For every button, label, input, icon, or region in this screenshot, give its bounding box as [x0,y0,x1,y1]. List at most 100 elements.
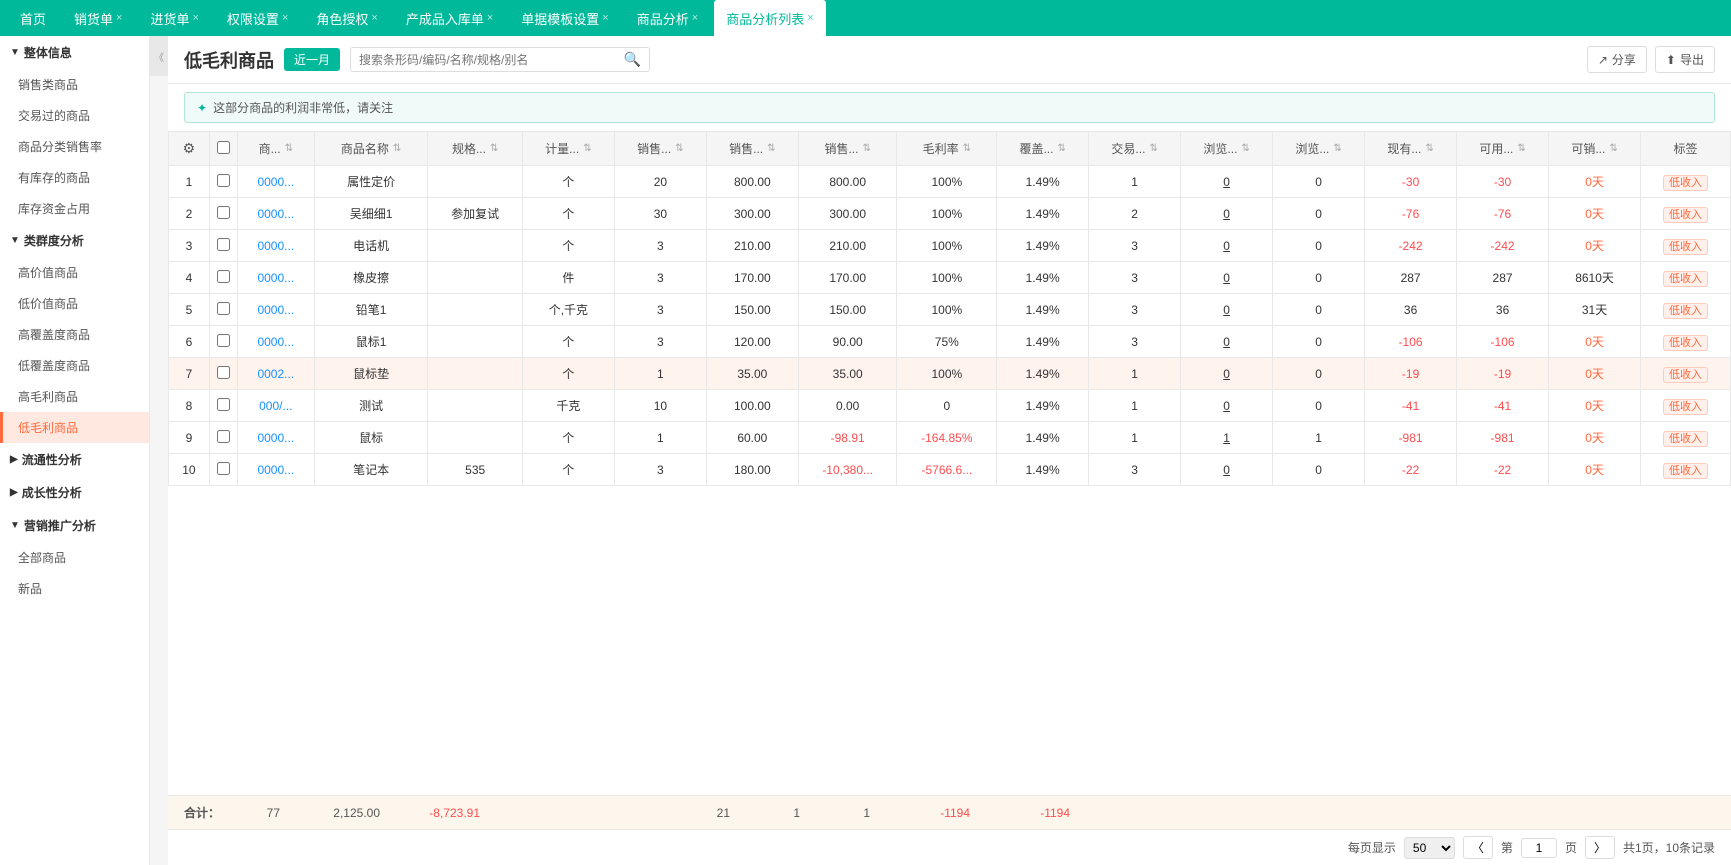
row-checkbox[interactable] [217,430,230,443]
col-check [209,132,237,166]
table-header-row: ⚙ 商...⇅ 商品名称⇅ 规格...⇅ 计量...⇅ 销售...⇅ 销售...… [169,132,1731,166]
row-sales-price: 300.00 [706,198,798,230]
sidebar-item-category-rate[interactable]: 商品分类销售率 [0,131,149,162]
row-sellable: 0天 [1549,326,1641,358]
time-filter-button[interactable]: 近一月 [284,48,340,71]
export-icon: ⬆ [1666,53,1676,67]
row-no: 2 [169,198,210,230]
nav-close-permissions[interactable]: × [282,12,288,24]
sidebar-group-marketing[interactable]: ▼ 营销推广分析 [0,509,149,542]
nav-close-product-entry[interactable]: × [487,12,493,24]
nav-close-product-analysis-list[interactable]: × [807,12,813,24]
nav-item-home[interactable]: 首页 [8,0,58,36]
footer-sales-price: 2,125.00 [300,806,380,820]
select-all-checkbox[interactable] [217,141,230,154]
search-icon[interactable]: 🔍 [624,51,641,68]
nav-close-product-analysis[interactable]: × [692,12,698,24]
gear-icon[interactable]: ⚙ [183,140,196,156]
sidebar-item-low-margin[interactable]: 低毛利商品 [0,412,149,443]
nav-item-product-analysis-list[interactable]: 商品分析列表 × [714,0,825,36]
row-browse1[interactable]: 0 [1181,294,1273,326]
sidebar-item-sales-products[interactable]: 销售类商品 [0,69,149,100]
col-tag[interactable]: 标签 [1641,132,1731,166]
sidebar-item-low-value[interactable]: 低价值商品 [0,288,149,319]
nav-item-product-analysis[interactable]: 商品分析 × [625,0,710,36]
row-checkbox[interactable] [217,334,230,347]
col-code[interactable]: 商...⇅ [237,132,314,166]
col-browse2[interactable]: 浏览...⇅ [1273,132,1365,166]
nav-close-purchase[interactable]: × [192,12,198,24]
nav-item-roles[interactable]: 角色授权 × [304,0,389,36]
nav-close-roles[interactable]: × [371,12,377,24]
row-checkbox[interactable] [217,366,230,379]
col-trade[interactable]: 交易...⇅ [1089,132,1181,166]
sidebar-item-stock-products[interactable]: 有库存的商品 [0,162,149,193]
share-button[interactable]: ↗ 分享 [1587,46,1647,73]
row-sales-price: 60.00 [706,422,798,454]
page-size-select[interactable]: 50 100 200 [1404,837,1455,859]
row-sales-price: 180.00 [706,454,798,486]
row-checkbox[interactable] [217,206,230,219]
sidebar-item-all-products[interactable]: 全部商品 [0,542,149,573]
col-available[interactable]: 可用...⇅ [1457,132,1549,166]
page-number-input[interactable] [1521,838,1557,858]
sidebar-item-traded-products[interactable]: 交易过的商品 [0,100,149,131]
export-button[interactable]: ⬆ 导出 [1655,46,1715,73]
sidebar-group-flow[interactable]: ▶ 流通性分析 [0,443,149,476]
row-checkbox[interactable] [217,238,230,251]
sidebar-item-new-products[interactable]: 新品 [0,573,149,604]
nav-close-template[interactable]: × [602,12,608,24]
footer-browse2: 1 [820,806,870,820]
col-sales-price[interactable]: 销售...⇅ [706,132,798,166]
sidebar-item-high-coverage[interactable]: 高覆盖度商品 [0,319,149,350]
row-browse1[interactable]: 1 [1181,422,1273,454]
row-browse1[interactable]: 0 [1181,326,1273,358]
col-unit[interactable]: 计量...⇅ [522,132,614,166]
sidebar-group-cluster[interactable]: ▼ 类群度分析 [0,224,149,257]
sidebar-item-stock-capital[interactable]: 库存资金占用 [0,193,149,224]
col-name[interactable]: 商品名称⇅ [314,132,428,166]
col-gear[interactable]: ⚙ [169,132,210,166]
sidebar-item-high-margin[interactable]: 高毛利商品 [0,381,149,412]
nav-item-product-entry[interactable]: 产成品入库单 × [394,0,505,36]
nav-close-sales[interactable]: × [116,12,122,24]
sidebar-collapse-button[interactable]: 《 [150,36,168,76]
row-browse1[interactable]: 0 [1181,358,1273,390]
row-browse1[interactable]: 0 [1181,454,1273,486]
nav-item-template[interactable]: 单据模板设置 × [509,0,620,36]
col-sales-cost[interactable]: 销售...⇅ [798,132,897,166]
row-browse1[interactable]: 0 [1181,390,1273,422]
col-browse1[interactable]: 浏览...⇅ [1181,132,1273,166]
nav-item-permissions[interactable]: 权限设置 × [215,0,300,36]
prev-page-button[interactable]: 〈 [1463,836,1493,859]
row-available: -30 [1457,166,1549,198]
row-browse1[interactable]: 0 [1181,230,1273,262]
sidebar-item-high-value[interactable]: 高价值商品 [0,257,149,288]
next-page-button[interactable]: 〉 [1585,836,1615,859]
col-spec[interactable]: 规格...⇅ [428,132,522,166]
row-checkbox[interactable] [217,270,230,283]
row-checkbox[interactable] [217,398,230,411]
row-checkbox[interactable] [217,302,230,315]
row-browse1[interactable]: 0 [1181,198,1273,230]
notice-bar: ✦ 这部分商品的利润非常低，请关注 [184,92,1715,123]
sidebar-group-overview[interactable]: ▼ 整体信息 [0,36,149,69]
nav-item-sales[interactable]: 销货单 × [62,0,134,36]
row-browse1[interactable]: 0 [1181,262,1273,294]
sidebar-group-growth[interactable]: ▶ 成长性分析 [0,476,149,509]
sidebar-item-low-coverage[interactable]: 低覆盖度商品 [0,350,149,381]
col-coverage[interactable]: 覆盖...⇅ [997,132,1089,166]
row-checkbox[interactable] [217,462,230,475]
table-row: 9 0000... 鼠标 个 1 60.00 -98.91 -164.85% 1… [169,422,1731,454]
row-sales-cost: 300.00 [798,198,897,230]
nav-item-purchase[interactable]: 进货单 × [138,0,210,36]
row-checkbox[interactable] [217,174,230,187]
col-gross-margin[interactable]: 毛利率⇅ [897,132,997,166]
col-current-stock[interactable]: 现有...⇅ [1365,132,1457,166]
row-browse1[interactable]: 0 [1181,166,1273,198]
col-sellable[interactable]: 可销...⇅ [1549,132,1641,166]
row-coverage: 1.49% [997,454,1089,486]
search-input[interactable] [359,53,624,67]
col-sales-qty[interactable]: 销售...⇅ [614,132,706,166]
row-name: 吴细细1 [314,198,428,230]
